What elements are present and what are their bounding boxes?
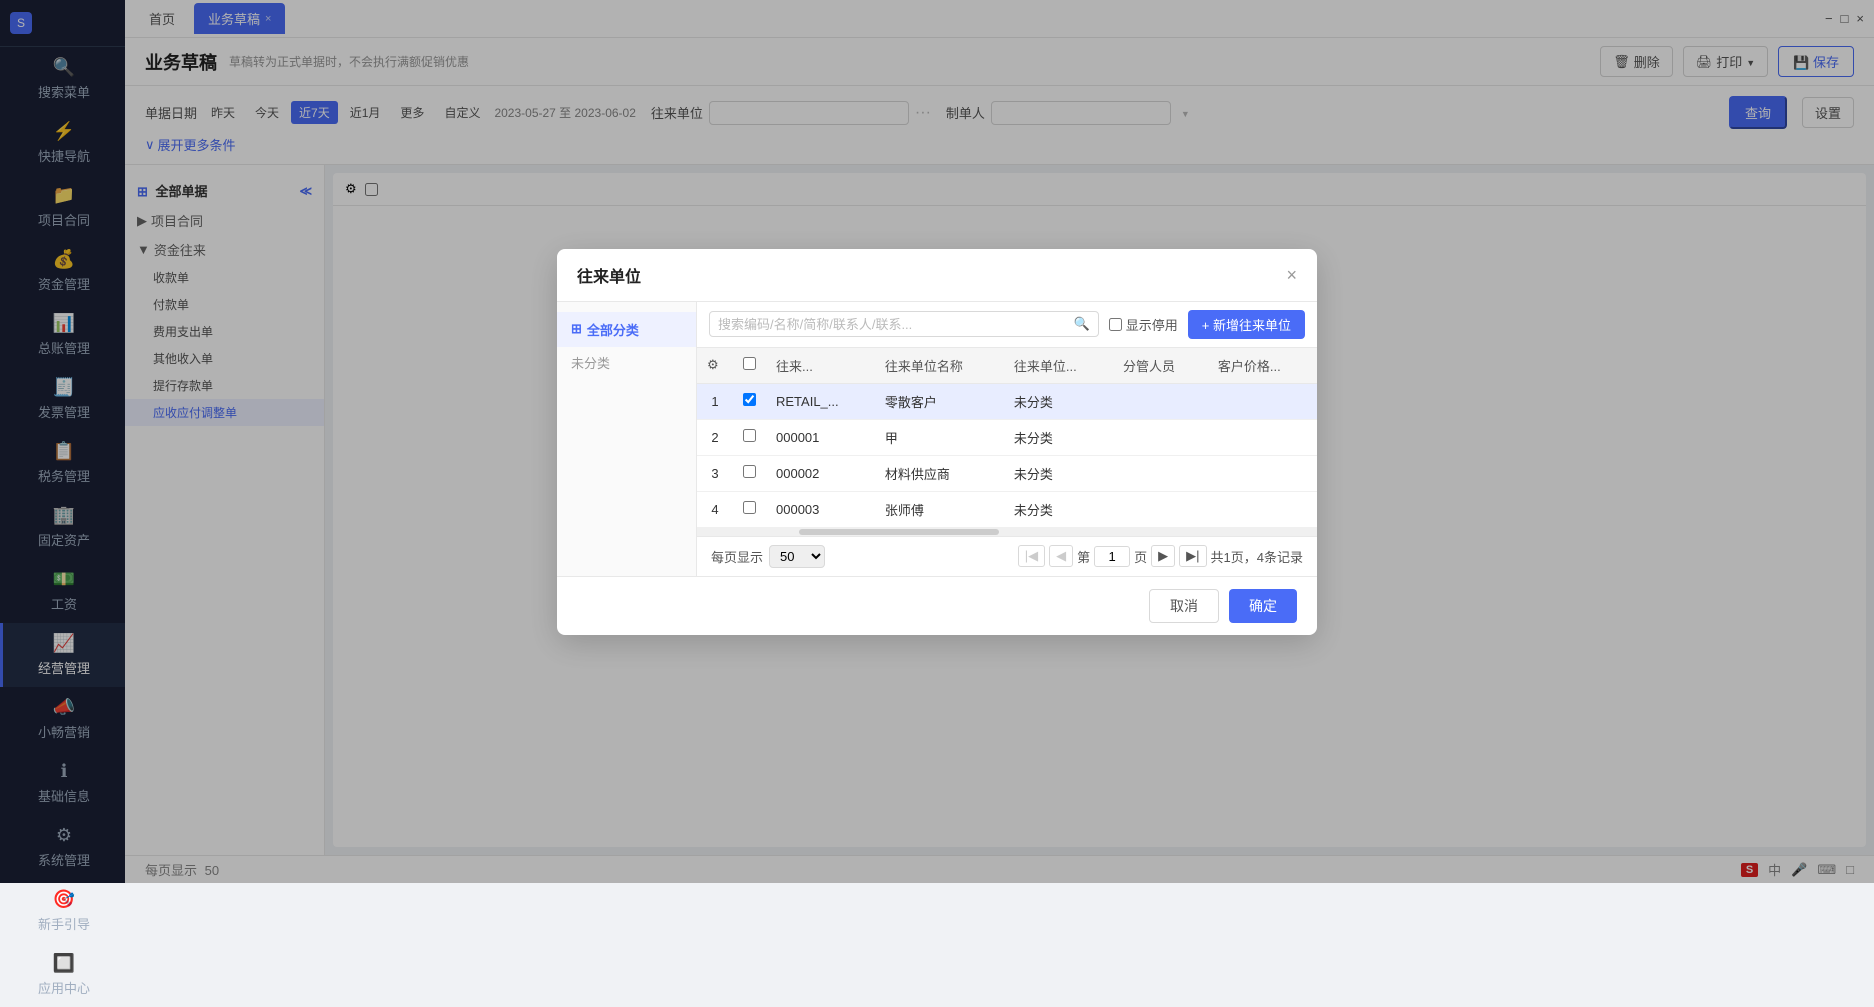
modal-toolbar: 🔍 显示停用 + 新增往来单位 — [697, 302, 1317, 348]
row-manager — [1113, 491, 1208, 527]
pagination-total: 共1页，4条记录 — [1211, 547, 1303, 566]
page-next-button[interactable]: ▶ — [1151, 545, 1175, 567]
row-check[interactable] — [733, 455, 766, 491]
party-table: ⚙ 往来... 往来单位名称 往来单位... 分管人员 客户价格... — [697, 348, 1317, 528]
modal-body: ⊞ 全部分类 未分类 🔍 显示停用 — [557, 302, 1317, 576]
row-category: 未分类 — [1004, 383, 1113, 419]
row-name: 甲 — [875, 419, 1004, 455]
row-check[interactable] — [733, 383, 766, 419]
page-first-button[interactable]: |◀ — [1018, 545, 1045, 567]
modal-search-box: 🔍 — [709, 311, 1099, 337]
modal-dialog: 往来单位 × ⊞ 全部分类 未分类 🔍 — [557, 249, 1317, 635]
col-setting-header: ⚙ — [697, 348, 733, 384]
row-code: RETAIL_... — [766, 383, 875, 419]
page-last-button[interactable]: ▶| — [1179, 545, 1206, 567]
modal-cancel-button[interactable]: 取消 — [1149, 589, 1219, 623]
per-page-select[interactable]: 50 100 — [769, 545, 825, 568]
col-manager-header: 分管人员 — [1113, 348, 1208, 384]
modal-right: 🔍 显示停用 + 新增往来单位 ⚙ — [697, 302, 1317, 576]
page-number-input[interactable] — [1094, 546, 1130, 567]
row-category: 未分类 — [1004, 419, 1113, 455]
modal-scrollbar[interactable] — [697, 528, 1317, 536]
row-price — [1208, 491, 1317, 527]
add-party-label: + 新增往来单位 — [1202, 315, 1291, 334]
row-name: 零散客户 — [875, 383, 1004, 419]
modal-close-button[interactable]: × — [1286, 266, 1297, 284]
pagination-left: 每页显示 50 100 — [711, 545, 825, 568]
page-label: 第 — [1077, 547, 1090, 566]
sidebar-item-label: 应用中心 — [38, 978, 90, 997]
modal-footer: 取消 确定 — [557, 576, 1317, 635]
modal-header: 往来单位 × — [557, 249, 1317, 302]
app-center-icon: 🔲 — [53, 953, 75, 974]
row-code: 000001 — [766, 419, 875, 455]
row-checkbox[interactable] — [743, 501, 756, 514]
modal-table: ⚙ 往来... 往来单位名称 往来单位... 分管人员 客户价格... — [697, 348, 1317, 528]
modal-nav-unclassified[interactable]: 未分类 — [557, 347, 696, 378]
row-code: 000002 — [766, 455, 875, 491]
modal-search-input[interactable] — [718, 317, 1069, 332]
row-category: 未分类 — [1004, 491, 1113, 527]
row-name: 张师傅 — [875, 491, 1004, 527]
modal-search-icon: 🔍 — [1074, 316, 1090, 332]
row-num: 4 — [697, 491, 733, 527]
row-manager — [1113, 419, 1208, 455]
row-check[interactable] — [733, 419, 766, 455]
row-manager — [1113, 455, 1208, 491]
row-manager — [1113, 383, 1208, 419]
add-party-button[interactable]: + 新增往来单位 — [1188, 310, 1305, 339]
page-suffix: 页 — [1134, 547, 1147, 566]
modal-overlay[interactable]: 往来单位 × ⊞ 全部分类 未分类 🔍 — [0, 0, 1874, 883]
row-num: 1 — [697, 383, 733, 419]
row-price — [1208, 455, 1317, 491]
col-name-header: 往来单位名称 — [875, 348, 1004, 384]
guide-icon: 🎯 — [53, 889, 75, 910]
row-price — [1208, 419, 1317, 455]
sidebar-item-app-center[interactable]: 🔲 应用中心 — [0, 943, 125, 1007]
modal-nav-all[interactable]: ⊞ 全部分类 — [557, 312, 696, 347]
pagination-nav: |◀ ◀ 第 页 ▶ ▶| 共1页，4条记录 — [1018, 545, 1303, 567]
sidebar-item-guide[interactable]: 🎯 新手引导 — [0, 879, 125, 943]
row-category: 未分类 — [1004, 455, 1113, 491]
show-disabled-label[interactable]: 显示停用 — [1109, 315, 1178, 334]
modal-nav-all-label: 全部分类 — [587, 320, 639, 339]
table-row[interactable]: 1 RETAIL_... 零散客户 未分类 — [697, 383, 1317, 419]
col-check-header — [733, 348, 766, 384]
row-checkbox[interactable] — [743, 465, 756, 478]
row-num: 3 — [697, 455, 733, 491]
show-disabled-text: 显示停用 — [1126, 315, 1178, 334]
row-checkbox[interactable] — [743, 429, 756, 442]
per-page-label: 每页显示 — [711, 547, 763, 566]
row-check[interactable] — [733, 491, 766, 527]
modal-nav-unclassified-label: 未分类 — [571, 356, 610, 371]
table-row[interactable]: 2 000001 甲 未分类 — [697, 419, 1317, 455]
sidebar-item-label: 新手引导 — [38, 914, 90, 933]
col-category-header: 往来单位... — [1004, 348, 1113, 384]
modal-title: 往来单位 — [577, 263, 641, 287]
row-price — [1208, 383, 1317, 419]
table-row[interactable]: 4 000003 张师傅 未分类 — [697, 491, 1317, 527]
modal-scroll-thumb[interactable] — [799, 529, 999, 535]
col-code-header: 往来... — [766, 348, 875, 384]
row-name: 材料供应商 — [875, 455, 1004, 491]
modal-confirm-button[interactable]: 确定 — [1229, 589, 1297, 623]
show-disabled-checkbox[interactable] — [1109, 318, 1122, 331]
row-checkbox[interactable] — [743, 393, 756, 406]
table-select-all[interactable] — [743, 357, 756, 370]
modal-pagination: 每页显示 50 100 |◀ ◀ 第 页 ▶ ▶| 共 — [697, 536, 1317, 576]
row-code: 000003 — [766, 491, 875, 527]
modal-nav-grid-icon: ⊞ — [571, 321, 582, 337]
page-prev-button[interactable]: ◀ — [1049, 545, 1073, 567]
table-row[interactable]: 3 000002 材料供应商 未分类 — [697, 455, 1317, 491]
col-price-header: 客户价格... — [1208, 348, 1317, 384]
modal-left-nav: ⊞ 全部分类 未分类 — [557, 302, 697, 576]
row-num: 2 — [697, 419, 733, 455]
